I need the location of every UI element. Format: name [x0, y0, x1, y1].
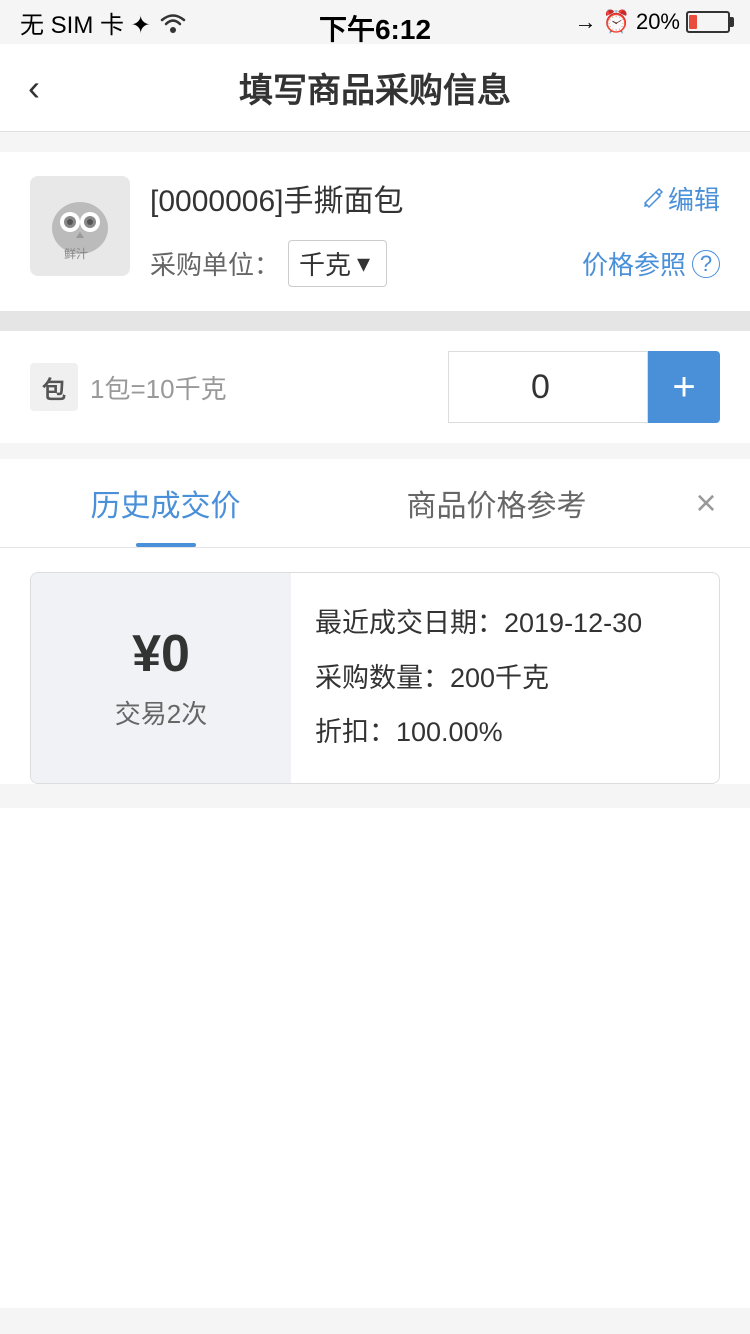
battery-percent: 20% — [636, 9, 680, 35]
alarm-icon: ⏰ — [603, 9, 630, 35]
quantity-row: 包 1包=10千克 + — [0, 331, 750, 443]
discount-row: 折扣：100.00% — [315, 712, 695, 753]
price-ref-button[interactable]: 价格参照 ? — [582, 245, 720, 282]
price-transactions: 交易2次 — [115, 694, 207, 731]
product-unit-row: 采购单位： 千克 ▾ 价格参照 ? — [150, 240, 720, 287]
tabs-header: 历史成交价 商品价格参考 × — [0, 459, 750, 548]
unit-select[interactable]: 千克 ▾ — [288, 240, 387, 287]
product-header: [0000006]手撕面包 编辑 — [150, 176, 720, 220]
price-right-panel: 最近成交日期：2019-12-30 采购数量：200千克 折扣：100.00% — [291, 573, 719, 783]
battery-fill — [689, 15, 697, 29]
product-image: 鲜汁 — [40, 186, 120, 266]
recent-date-value: 2019-12-30 — [504, 608, 642, 638]
product-info: [0000006]手撕面包 编辑 采购单位： 千克 ▾ 价格参照 — [150, 176, 720, 287]
price-amount: ¥0 — [132, 624, 190, 684]
chevron-down-icon: ▾ — [357, 248, 370, 279]
status-time: 下午6:12 — [319, 8, 431, 48]
page-title: 填写商品采购信息 — [239, 63, 511, 112]
price-left-panel: ¥0 交易2次 — [31, 573, 291, 783]
content-area — [0, 808, 750, 1308]
status-bar: 无 SIM 卡 ✦ 下午6:12 → ⏰ 20% — [0, 0, 750, 44]
price-card: ¥0 交易2次 最近成交日期：2019-12-30 采购数量：200千克 折扣：… — [30, 572, 720, 784]
tab-history-price[interactable]: 历史成交价 — [0, 459, 331, 547]
currency-symbol: ¥ — [132, 625, 161, 683]
tab-price-reference[interactable]: 商品价格参考 — [331, 459, 662, 547]
tabs-close-button[interactable]: × — [662, 459, 750, 547]
unit-label: 采购单位： 千克 ▾ — [150, 240, 387, 287]
unit-badge: 包 — [30, 363, 78, 411]
price-ref-label: 价格参照 — [582, 245, 686, 282]
edit-label: 编辑 — [668, 180, 720, 217]
unit-value: 千克 — [299, 245, 351, 282]
edit-icon — [642, 187, 664, 209]
wifi-icon — [159, 11, 187, 33]
purchase-quantity-label: 采购数量： — [315, 663, 450, 693]
tab-history-label: 历史成交价 — [91, 481, 241, 525]
unit-info: 包 1包=10千克 — [30, 363, 227, 411]
status-left: 无 SIM 卡 ✦ — [20, 5, 187, 40]
purchase-quantity-row: 采购数量：200千克 — [315, 658, 695, 699]
product-name: [0000006]手撕面包 — [150, 176, 403, 220]
quantity-input[interactable] — [448, 351, 648, 423]
sim-signal-text: 无 SIM 卡 ✦ — [20, 5, 151, 40]
quantity-plus-button[interactable]: + — [648, 351, 720, 423]
unit-ratio: 1包=10千克 — [90, 369, 227, 406]
section-divider — [0, 311, 750, 331]
tabs-container: 历史成交价 商品价格参考 × ¥0 交易2次 最近成交日期：2019-12-30… — [0, 459, 750, 784]
nav-bar: ‹ 填写商品采购信息 — [0, 44, 750, 132]
tab-reference-label: 商品价格参考 — [407, 481, 587, 525]
discount-value: 100.00% — [396, 717, 503, 747]
product-thumbnail: 鲜汁 — [30, 176, 130, 276]
status-right: → ⏰ 20% — [575, 9, 730, 35]
recent-date-label: 最近成交日期： — [315, 608, 504, 638]
discount-label: 折扣： — [315, 717, 396, 747]
edit-button[interactable]: 编辑 — [642, 180, 720, 217]
back-button[interactable]: ‹ — [28, 67, 40, 109]
price-value: 0 — [161, 625, 190, 683]
quantity-control: + — [448, 351, 720, 423]
battery-icon — [686, 11, 730, 33]
help-icon: ? — [692, 250, 720, 278]
svg-text:鲜汁: 鲜汁 — [64, 247, 88, 261]
product-card: 鲜汁 [0000006]手撕面包 编辑 采购单位： 千克 ▾ — [0, 152, 750, 311]
recent-date-row: 最近成交日期：2019-12-30 — [315, 603, 695, 644]
purchase-quantity-value: 200千克 — [450, 663, 549, 693]
location-icon: → — [575, 9, 597, 35]
